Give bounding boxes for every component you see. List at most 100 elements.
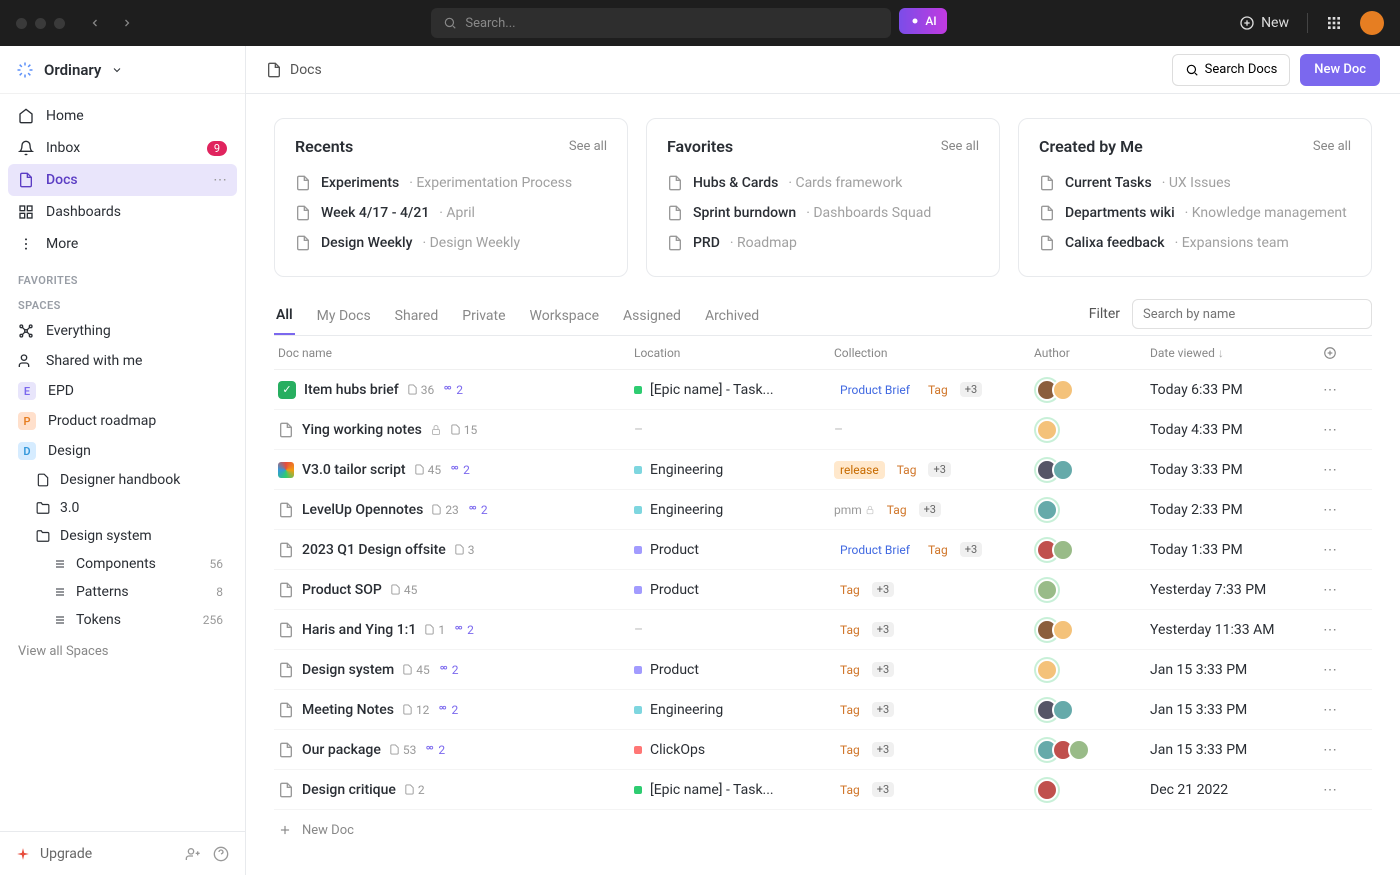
row-actions[interactable]: ⋯ [1310,782,1350,798]
new-doc-row[interactable]: New Doc [274,810,1372,850]
add-column-button[interactable] [1310,346,1350,360]
more-tags[interactable]: +3 [872,662,894,677]
table-row[interactable]: Our package532 ClickOps Tag+3 Jan 15 3:3… [274,730,1372,770]
space-everything[interactable]: Everything [0,316,245,346]
sub-patterns[interactable]: Patterns 8 [0,578,245,606]
table-row[interactable]: V3.0 tailor script452 Engineering releas… [274,450,1372,490]
table-row[interactable]: Ying working notes15 – – Today 4:33 PM ⋯ [274,410,1372,450]
space-epd[interactable]: E EPD [0,376,245,406]
card-item[interactable]: Hubs & Cards · Cards framework [667,168,979,198]
nav-home[interactable]: Home [8,100,237,132]
search-docs-button[interactable]: Search Docs [1172,54,1291,86]
more-tags[interactable]: +3 [960,382,982,397]
space-shared[interactable]: Shared with me [0,346,245,376]
new-doc-button[interactable]: New Doc [1300,54,1380,86]
authors[interactable] [1034,579,1058,601]
col-location[interactable]: Location [634,346,834,360]
authors[interactable] [1034,539,1074,561]
tab-shared[interactable]: Shared [393,300,441,334]
more-tags[interactable]: +3 [872,702,894,717]
row-actions[interactable]: ⋯ [1310,422,1350,438]
table-row[interactable]: 2023 Q1 Design offsite3 Product Product … [274,530,1372,570]
tag-chip[interactable]: Tag [922,541,954,559]
sub-handbook[interactable]: Designer handbook [0,466,245,494]
row-actions[interactable]: ⋯ [1310,382,1350,398]
card-item[interactable]: Week 4/17 - 4/21 · April [295,198,607,228]
authors[interactable] [1034,739,1090,761]
authors[interactable] [1034,659,1058,681]
tab-mydocs[interactable]: My Docs [315,300,373,334]
ai-button[interactable]: AI [899,8,946,34]
global-search[interactable]: Search... [431,8,891,38]
row-actions[interactable]: ⋯ [1310,742,1350,758]
filter-button[interactable]: Filter [1089,306,1120,322]
sub-components[interactable]: Components 56 [0,550,245,578]
help-icon[interactable] [213,846,229,862]
col-collection[interactable]: Collection [834,346,1034,360]
row-actions[interactable]: ⋯ [1310,662,1350,678]
card-item[interactable]: Departments wiki · Knowledge management [1039,198,1351,228]
tag-chip[interactable]: Tag [834,581,866,599]
name-search-input[interactable] [1132,299,1372,329]
space-roadmap[interactable]: P Product roadmap [0,406,245,436]
new-button[interactable]: New [1239,15,1289,31]
sub-v30[interactable]: 3.0 [0,494,245,522]
sub-designsystem[interactable]: Design system [0,522,245,550]
col-date[interactable]: Date viewed ↓ [1150,346,1310,360]
row-actions[interactable]: ⋯ [1310,622,1350,638]
more-tags[interactable]: +3 [872,622,894,637]
card-item[interactable]: PRD · Roadmap [667,228,979,258]
more-tags[interactable]: +3 [928,462,950,477]
row-actions[interactable]: ⋯ [1310,542,1350,558]
tab-all[interactable]: All [274,299,295,335]
tag-chip[interactable]: Tag [881,501,913,519]
table-row[interactable]: Haris and Ying 1:112 – Tag+3 Yesterday 1… [274,610,1372,650]
tab-archived[interactable]: Archived [703,300,761,334]
card-item[interactable]: Sprint burndown · Dashboards Squad [667,198,979,228]
row-actions[interactable]: ⋯ [1310,462,1350,478]
add-user-icon[interactable] [185,846,201,862]
table-row[interactable]: ✓Item hubs brief362 [Epic name] - Task..… [274,370,1372,410]
col-name[interactable]: Doc name [274,346,634,360]
table-row[interactable]: LevelUp Opennotes232 Engineering pmm Tag… [274,490,1372,530]
row-actions[interactable]: ⋯ [1310,502,1350,518]
tag-chip[interactable]: Tag [891,461,923,479]
back-button[interactable] [83,11,107,35]
authors[interactable] [1034,379,1074,401]
table-row[interactable]: Product SOP45 Product Tag+3 Yesterday 7:… [274,570,1372,610]
nav-docs[interactable]: Docs ⋯ [8,164,237,196]
row-actions[interactable]: ⋯ [1310,702,1350,718]
window-controls[interactable] [16,18,65,29]
collection-chip[interactable]: Product Brief [834,381,916,399]
collection-chip[interactable]: release [834,461,885,479]
view-all-spaces[interactable]: View all Spaces [0,634,245,669]
row-actions[interactable]: ⋯ [1310,582,1350,598]
nav-more[interactable]: More [8,228,237,260]
see-all-link[interactable]: See all [569,139,607,154]
card-item[interactable]: Current Tasks · UX Issues [1039,168,1351,198]
more-tags[interactable]: +3 [872,742,894,757]
authors[interactable] [1034,699,1074,721]
authors[interactable] [1034,619,1074,641]
table-row[interactable]: Meeting Notes122 Engineering Tag+3 Jan 1… [274,690,1372,730]
sub-tokens[interactable]: Tokens 256 [0,606,245,634]
tag-chip[interactable]: Tag [834,701,866,719]
see-all-link[interactable]: See all [1313,139,1351,154]
tag-chip[interactable]: Tag [834,741,866,759]
tag-chip[interactable]: Tag [922,381,954,399]
tab-workspace[interactable]: Workspace [528,300,602,334]
col-author[interactable]: Author [1034,346,1150,360]
upgrade-link[interactable]: Upgrade [40,846,92,862]
more-tags[interactable]: +3 [872,782,894,797]
more-icon[interactable]: ⋯ [213,172,227,188]
authors[interactable] [1034,499,1058,521]
apps-icon[interactable] [1326,15,1342,31]
table-row[interactable]: Design system452 Product Tag+3 Jan 15 3:… [274,650,1372,690]
card-item[interactable]: Design Weekly · Design Weekly [295,228,607,258]
more-tags[interactable]: +3 [919,502,941,517]
tag-chip[interactable]: Tag [834,661,866,679]
collection-chip[interactable]: Product Brief [834,541,916,559]
forward-button[interactable] [115,11,139,35]
tag-chip[interactable]: Tag [834,781,866,799]
card-item[interactable]: Experiments · Experimentation Process [295,168,607,198]
